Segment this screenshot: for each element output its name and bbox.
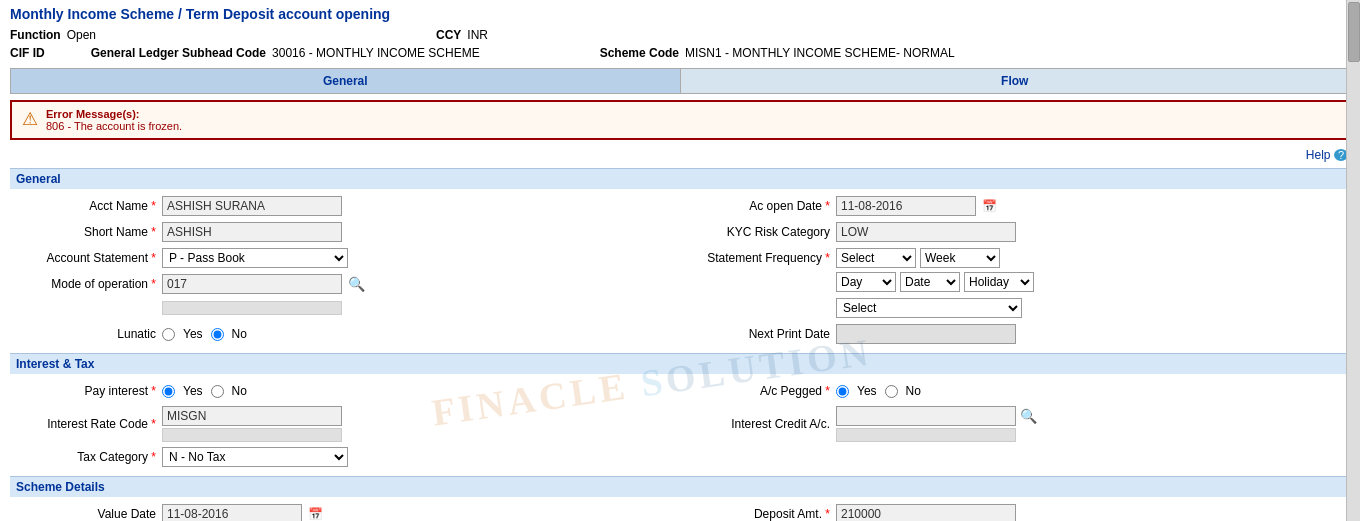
next-print-date-label: Next Print Date bbox=[690, 327, 830, 341]
gl-label: General Ledger Subhead Code bbox=[91, 46, 266, 60]
ac-pegged-yes-label: Yes bbox=[857, 384, 877, 398]
statement-freq-label: Statement Frequency * bbox=[690, 251, 830, 265]
value-date-cal[interactable]: 📅 bbox=[308, 507, 323, 521]
interest-credit-input[interactable] bbox=[836, 406, 1016, 426]
function-label: Function bbox=[10, 28, 61, 42]
tab-general[interactable]: General bbox=[11, 69, 681, 93]
acct-name-input[interactable] bbox=[162, 196, 342, 216]
ac-pegged-no-radio[interactable] bbox=[885, 385, 898, 398]
interest-rate-code-label: Interest Rate Code * bbox=[16, 417, 156, 431]
ac-open-date-input[interactable] bbox=[836, 196, 976, 216]
value-date-input[interactable] bbox=[162, 504, 302, 521]
ac-open-date-cal[interactable]: 📅 bbox=[982, 199, 997, 213]
short-name-input[interactable] bbox=[162, 222, 342, 242]
ccy-label: CCY bbox=[436, 28, 461, 42]
lunatic-no-label: No bbox=[232, 327, 247, 341]
account-statement-select[interactable]: P - Pass Book bbox=[162, 248, 348, 268]
cif-id-label: CIF ID bbox=[10, 46, 45, 60]
mode-search-icon[interactable]: 🔍 bbox=[348, 276, 365, 292]
value-date-label: Value Date bbox=[16, 507, 156, 521]
tax-category-select[interactable]: N - No Tax bbox=[162, 447, 348, 467]
tax-category-label: Tax Category * bbox=[16, 450, 156, 464]
deposit-amt-input[interactable] bbox=[836, 504, 1016, 521]
kyc-risk-input bbox=[836, 222, 1016, 242]
scheme-label: Scheme Code bbox=[600, 46, 679, 60]
pay-interest-no-label: No bbox=[232, 384, 247, 398]
lunatic-no-radio[interactable] bbox=[211, 328, 224, 341]
pay-interest-label: Pay interest * bbox=[16, 384, 156, 398]
pay-interest-yes-radio[interactable] bbox=[162, 385, 175, 398]
page-title: Monthly Income Scheme / Term Deposit acc… bbox=[0, 0, 1360, 24]
pay-interest-no-radio[interactable] bbox=[211, 385, 224, 398]
mode-of-operation-label: Mode of operation * bbox=[16, 277, 156, 291]
mode-of-operation-input[interactable] bbox=[162, 274, 342, 294]
interest-rate-code-input[interactable] bbox=[162, 406, 342, 426]
next-print-date-input[interactable] bbox=[836, 324, 1016, 344]
lunatic-yes-label: Yes bbox=[183, 327, 203, 341]
statement-freq-holiday-select[interactable]: Holiday bbox=[964, 272, 1034, 292]
acct-name-label: Acct Name * bbox=[16, 199, 156, 213]
error-icon: ⚠ bbox=[22, 108, 38, 130]
account-statement-label: Account Statement * bbox=[16, 251, 156, 265]
statement-freq-week-select[interactable]: Week bbox=[920, 248, 1000, 268]
statement-freq-day-select[interactable]: Day bbox=[836, 272, 896, 292]
ac-open-date-label: Ac open Date * bbox=[690, 199, 830, 213]
help-link[interactable]: Help ? bbox=[1306, 148, 1348, 162]
pay-interest-yes-label: Yes bbox=[183, 384, 203, 398]
ac-pegged-no-label: No bbox=[906, 384, 921, 398]
short-name-label: Short Name * bbox=[16, 225, 156, 239]
lunatic-yes-radio[interactable] bbox=[162, 328, 175, 341]
error-message: 806 - The account is frozen. bbox=[46, 120, 182, 132]
scheme-value: MISN1 - MONTHLY INCOME SCHEME- NORMAL bbox=[685, 46, 955, 60]
general-section-title: General bbox=[10, 168, 1350, 189]
tab-flow[interactable]: Flow bbox=[681, 69, 1350, 93]
statement-freq-date-select[interactable]: Date bbox=[900, 272, 960, 292]
ccy-value: INR bbox=[467, 28, 488, 42]
scheme-details-section-title: Scheme Details bbox=[10, 476, 1350, 497]
ac-pegged-label: A/c Pegged * bbox=[690, 384, 830, 398]
deposit-amt-label: Deposit Amt. * bbox=[690, 507, 830, 521]
statement-freq-select[interactable]: Select bbox=[836, 248, 916, 268]
function-value: Open bbox=[67, 28, 96, 42]
error-title: Error Message(s): bbox=[46, 108, 182, 120]
lunatic-label: Lunatic bbox=[16, 327, 156, 341]
ac-pegged-yes-radio[interactable] bbox=[836, 385, 849, 398]
interest-credit-search-icon[interactable]: 🔍 bbox=[1020, 408, 1037, 424]
interest-tax-section-title: Interest & Tax bbox=[10, 353, 1350, 374]
gl-value: 30016 - MONTHLY INCOME SCHEME bbox=[272, 46, 480, 60]
lunatic-select[interactable]: Select bbox=[836, 298, 1022, 318]
kyc-risk-label: KYC Risk Category bbox=[690, 225, 830, 239]
interest-credit-label: Interest Credit A/c. bbox=[690, 417, 830, 431]
